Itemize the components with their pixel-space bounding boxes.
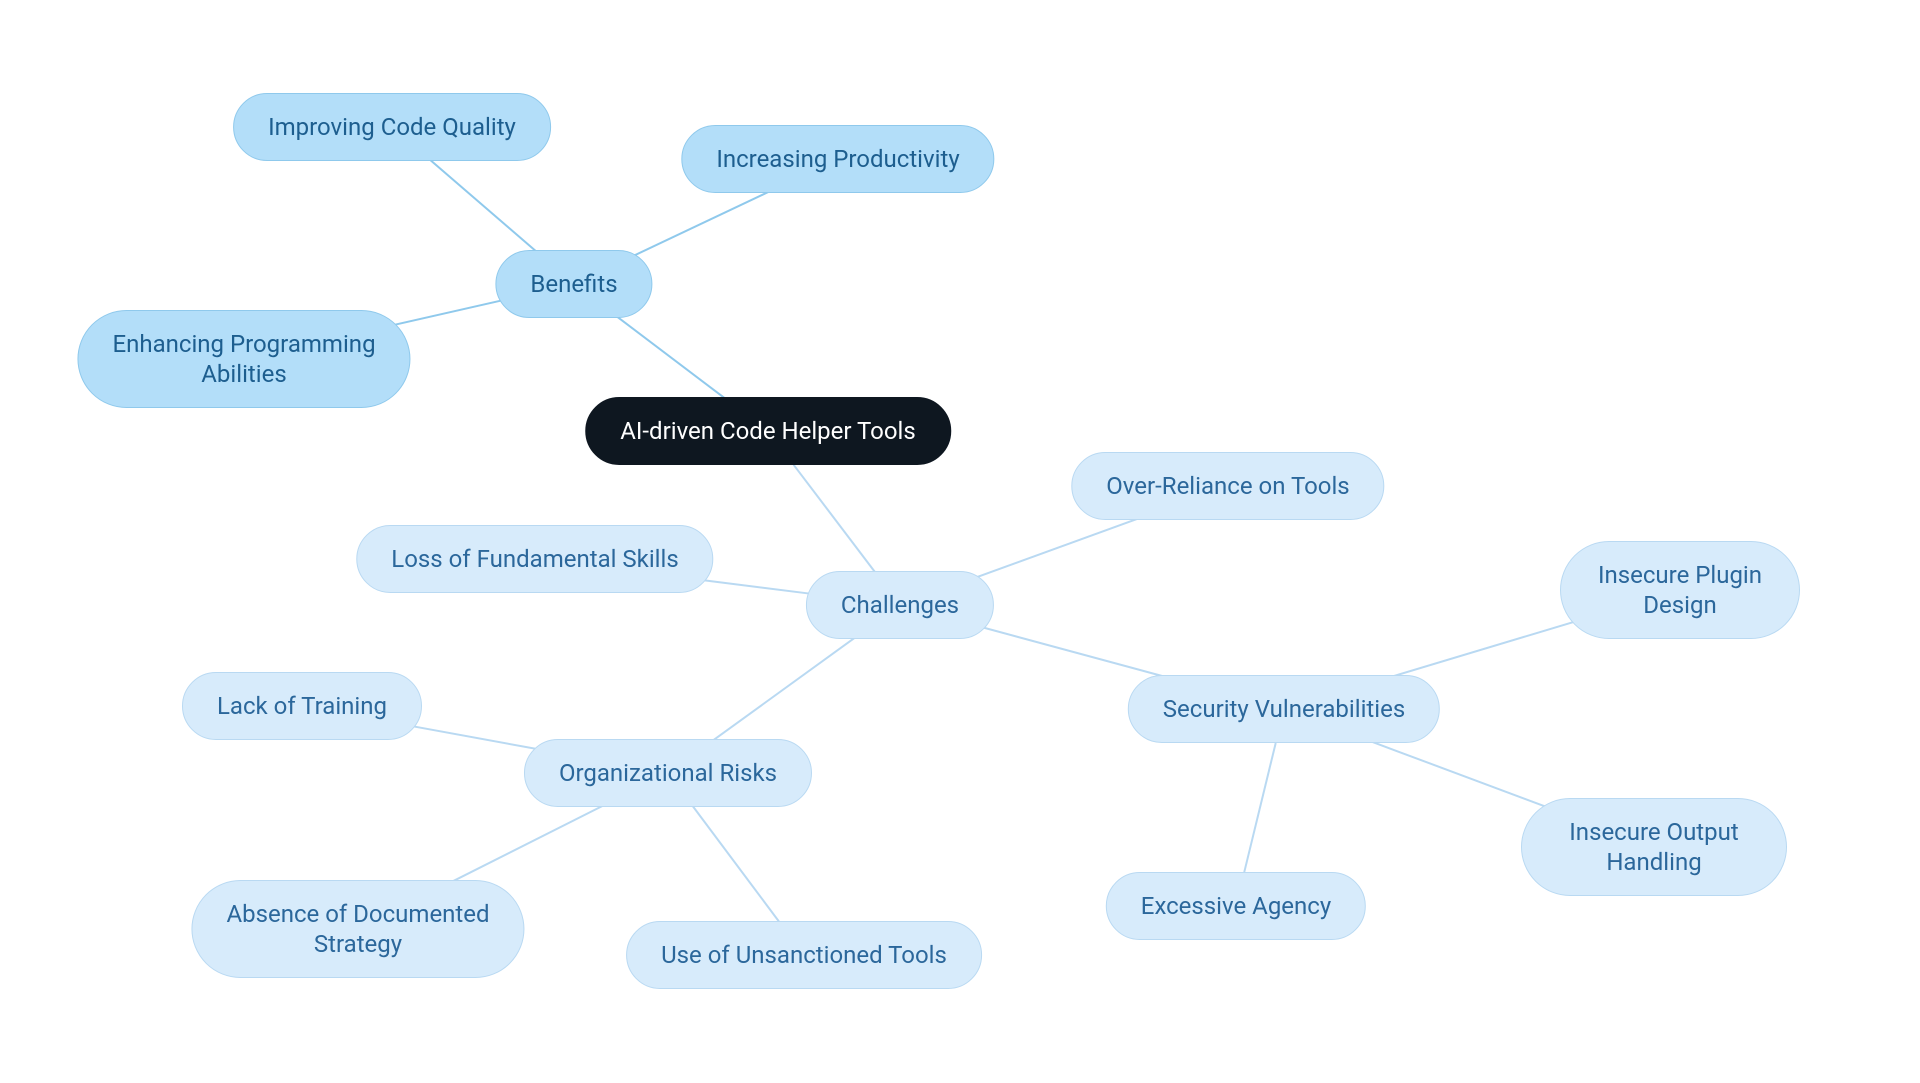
edge-org-risks-to-lack-training — [403, 724, 554, 752]
edge-org-risks-to-unsanctioned-tools — [693, 806, 779, 921]
node-insecure-plugin: Insecure Plugin Design — [1560, 541, 1800, 639]
edge-security-to-insecure-plugin — [1376, 619, 1584, 681]
edge-root-to-challenges — [794, 465, 876, 573]
edge-challenges-to-over-reliance — [966, 515, 1147, 581]
edge-challenges-to-security — [975, 625, 1186, 682]
edge-security-to-excessive-agency — [1244, 743, 1275, 872]
node-enhancing-programming: Enhancing Programming Abilities — [77, 310, 410, 408]
node-challenges: Challenges — [806, 571, 994, 639]
edge-benefits-to-improving-code-quality — [430, 160, 539, 254]
node-absence-strategy: Absence of Documented Strategy — [191, 880, 524, 978]
node-lack-training: Lack of Training — [182, 672, 422, 740]
edge-root-to-benefits — [613, 314, 724, 398]
node-increasing-productivity: Increasing Productivity — [681, 125, 994, 193]
node-loss-skills: Loss of Fundamental Skills — [356, 525, 713, 593]
node-excessive-agency: Excessive Agency — [1106, 872, 1366, 940]
node-insecure-output: Insecure Output Handling — [1521, 798, 1787, 896]
edge-security-to-insecure-output — [1363, 738, 1561, 812]
node-unsanctioned-tools: Use of Unsanctioned Tools — [626, 921, 982, 989]
edge-benefits-to-increasing-productivity — [627, 190, 773, 259]
node-security: Security Vulnerabilities — [1128, 675, 1440, 743]
edge-org-risks-to-absence-strategy — [442, 804, 607, 887]
edge-challenges-to-org-risks — [713, 635, 858, 740]
node-improving-code-quality: Improving Code Quality — [233, 93, 551, 161]
node-root: AI-driven Code Helper Tools — [585, 397, 951, 465]
node-benefits: Benefits — [495, 250, 652, 318]
node-org-risks: Organizational Risks — [524, 739, 812, 807]
node-over-reliance: Over-Reliance on Tools — [1071, 452, 1384, 520]
